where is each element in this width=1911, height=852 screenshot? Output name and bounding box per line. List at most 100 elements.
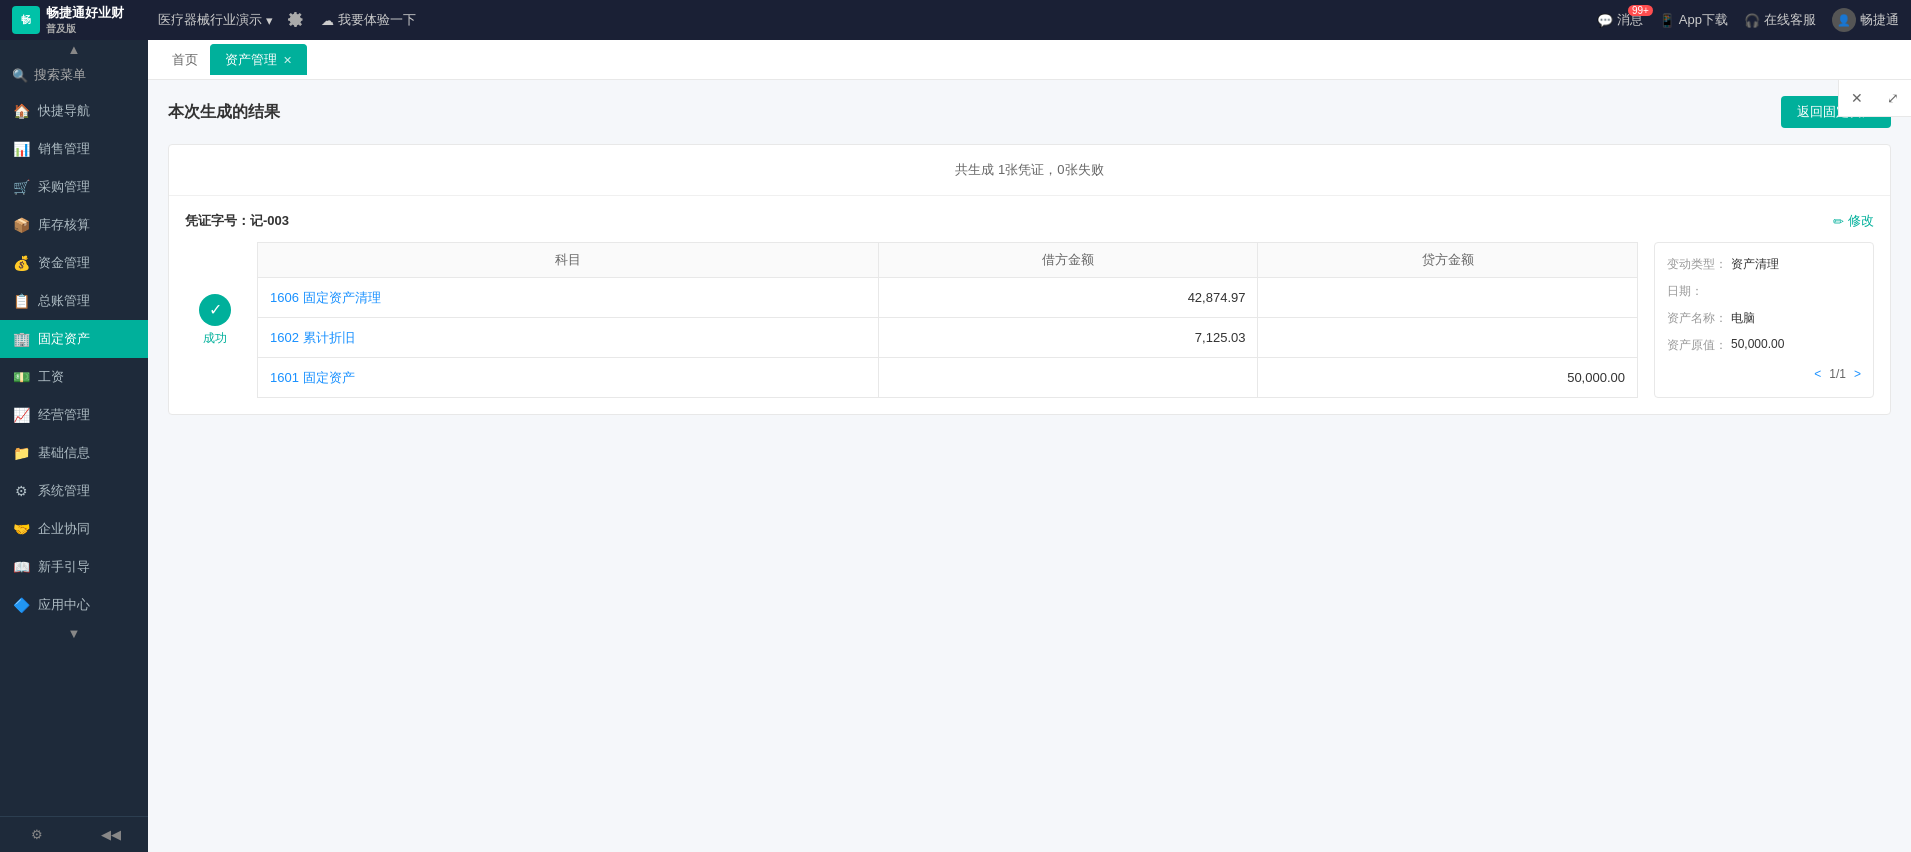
table-row: 1606 固定资产清理42,874.97 [258,278,1638,318]
sidebar-item-basic-info[interactable]: 📁 基础信息 [0,434,148,472]
voucher-left: ✓ 成功 科目 借方金额 贷方金额 [185,242,1638,398]
sidebar: ▲ 🔍 搜索菜单 🏠 快捷导航 📊 销售管理 🛒 采购管理 📦 库存核算 💰 资… [0,40,148,852]
change-type-value: 资产清理 [1731,256,1779,273]
company-settings-button[interactable] [281,6,309,34]
close-panel-button[interactable]: ✕ [1839,80,1875,116]
finance-icon: 💰 [12,254,30,272]
side-actions: ✕ ⤢ [1838,80,1911,117]
col-debit: 借方金额 [878,243,1258,278]
expand-panel-button[interactable]: ⤢ [1875,80,1911,116]
tab-asset-management[interactable]: 资产管理 ✕ [210,44,307,75]
guide-icon: 📖 [12,558,30,576]
main-layout: ▲ 🔍 搜索菜单 🏠 快捷导航 📊 销售管理 🛒 采购管理 📦 库存核算 💰 资… [0,40,1911,852]
pagination: < 1/1 > [1655,359,1873,389]
search-icon: 🔍 [12,68,28,83]
sidebar-item-app-center[interactable]: 🔷 应用中心 [0,586,148,624]
edit-button[interactable]: ✏ 修改 [1833,212,1874,230]
online-service-label: 在线客服 [1764,11,1816,29]
sidebar-item-label: 固定资产 [38,330,90,348]
sidebar-item-label: 新手引导 [38,558,90,576]
sidebar-bottom: ⚙ ◀◀ [0,816,148,852]
tab-close-button[interactable]: ✕ [283,54,292,67]
cell-credit [1258,318,1638,358]
logo-name: 畅捷通好业财 [46,4,124,22]
sidebar-item-system[interactable]: ⚙ 系统管理 [0,472,148,510]
cell-account: 1606 固定资产清理 [258,278,879,318]
sidebar-item-label: 资金管理 [38,254,90,272]
sidebar-item-purchase[interactable]: 🛒 采购管理 [0,168,148,206]
sidebar-item-ledger[interactable]: 📋 总账管理 [0,282,148,320]
home-tab-label: 首页 [172,52,198,67]
success-indicator: ✓ 成功 [185,242,245,398]
sidebar-item-guide[interactable]: 📖 新手引导 [0,548,148,586]
page-title: 本次生成的结果 [168,102,280,123]
tab-home[interactable]: 首页 [164,45,206,75]
summary-text: 共生成 1张凭证，0张失败 [955,162,1103,177]
sidebar-item-enterprise[interactable]: 🤝 企业协同 [0,510,148,548]
close-icon: ✕ [1851,90,1863,106]
prev-page-button[interactable]: < [1814,367,1821,381]
app-download-button[interactable]: 📱 App下载 [1659,11,1728,29]
sidebar-collapse-button[interactable]: ◀◀ [74,817,148,852]
sidebar-settings-button[interactable]: ⚙ [0,817,74,852]
app-download-icon: 📱 [1659,13,1675,28]
sidebar-item-payroll[interactable]: 💵 工资 [0,358,148,396]
trial-button[interactable]: ☁ 我要体验一下 [321,11,416,29]
sidebar-item-label: 企业协同 [38,520,90,538]
cell-debit [878,358,1258,398]
sidebar-scroll-down[interactable]: ▼ [0,624,148,642]
voucher-content: ✓ 成功 科目 借方金额 贷方金额 [185,242,1874,398]
tab-bar: 首页 资产管理 ✕ [148,40,1911,80]
sidebar-item-operations[interactable]: 📈 经营管理 [0,396,148,434]
cell-debit: 7,125.03 [878,318,1258,358]
sidebar-item-sales[interactable]: 📊 销售管理 [0,130,148,168]
sidebar-item-label: 工资 [38,368,64,386]
user-menu[interactable]: 👤 畅捷通 [1832,8,1899,32]
sidebar-item-label: 系统管理 [38,482,90,500]
fixed-assets-icon: 🏢 [12,330,30,348]
voucher-table: 科目 借方金额 贷方金额 1606 固定资产清理42,874.971602 累计… [257,242,1638,398]
messages-badge: 99+ [1628,5,1653,16]
avatar: 👤 [1832,8,1856,32]
cell-debit: 42,874.97 [878,278,1258,318]
cell-credit: 50,000.00 [1258,358,1638,398]
sidebar-item-inventory[interactable]: 📦 库存核算 [0,206,148,244]
company-selector[interactable]: 医疗器械行业演示 ▾ [158,11,273,29]
messages-icon: 💬 [1597,13,1613,28]
sidebar-item-label: 销售管理 [38,140,90,158]
info-asset-name: 资产名称： 电脑 [1655,305,1873,332]
page-header: 本次生成的结果 返回固定资产 [168,96,1891,128]
col-credit: 贷方金额 [1258,243,1638,278]
top-bar-right: 💬 消息 99+ 📱 App下载 🎧 在线客服 👤 畅捷通 [1597,8,1899,32]
success-text: 成功 [203,330,227,347]
gear-icon: ⚙ [31,827,43,842]
next-page-button[interactable]: > [1854,367,1861,381]
app-logo: 畅 畅捷通好业财 普及版 [12,4,142,36]
system-icon: ⚙ [12,482,30,500]
sidebar-item-label: 基础信息 [38,444,90,462]
col-account: 科目 [258,243,879,278]
payroll-icon: 💵 [12,368,30,386]
info-date: 日期： [1655,278,1873,305]
sidebar-scroll-up[interactable]: ▲ [0,40,148,58]
operations-icon: 📈 [12,406,30,424]
sidebar-item-label: 搜索菜单 [34,66,86,84]
app-center-icon: 🔷 [12,596,30,614]
home-icon: 🏠 [12,102,30,120]
success-icon: ✓ [199,294,231,326]
sidebar-item-search[interactable]: 🔍 搜索菜单 [0,58,148,92]
sidebar-item-fixed-assets[interactable]: 🏢 固定资产 [0,320,148,358]
dropdown-icon: ▾ [266,13,273,28]
username: 畅捷通 [1860,11,1899,29]
tab-label: 资产管理 [225,51,277,69]
basic-info-icon: 📁 [12,444,30,462]
table-row: 1602 累计折旧7,125.03 [258,318,1638,358]
sidebar-item-label: 应用中心 [38,596,90,614]
messages-button[interactable]: 💬 消息 99+ [1597,11,1643,29]
sidebar-item-quick-nav[interactable]: 🏠 快捷导航 [0,92,148,130]
edit-label: 修改 [1848,212,1874,230]
online-service-button[interactable]: 🎧 在线客服 [1744,11,1816,29]
content-area: 首页 资产管理 ✕ ✕ ⤢ 本次生成的结果 返回固定资产 [148,40,1911,852]
sidebar-item-finance[interactable]: 💰 资金管理 [0,244,148,282]
voucher-block: 凭证字号：记-003 ✏ 修改 ✓ 成功 [169,196,1890,414]
